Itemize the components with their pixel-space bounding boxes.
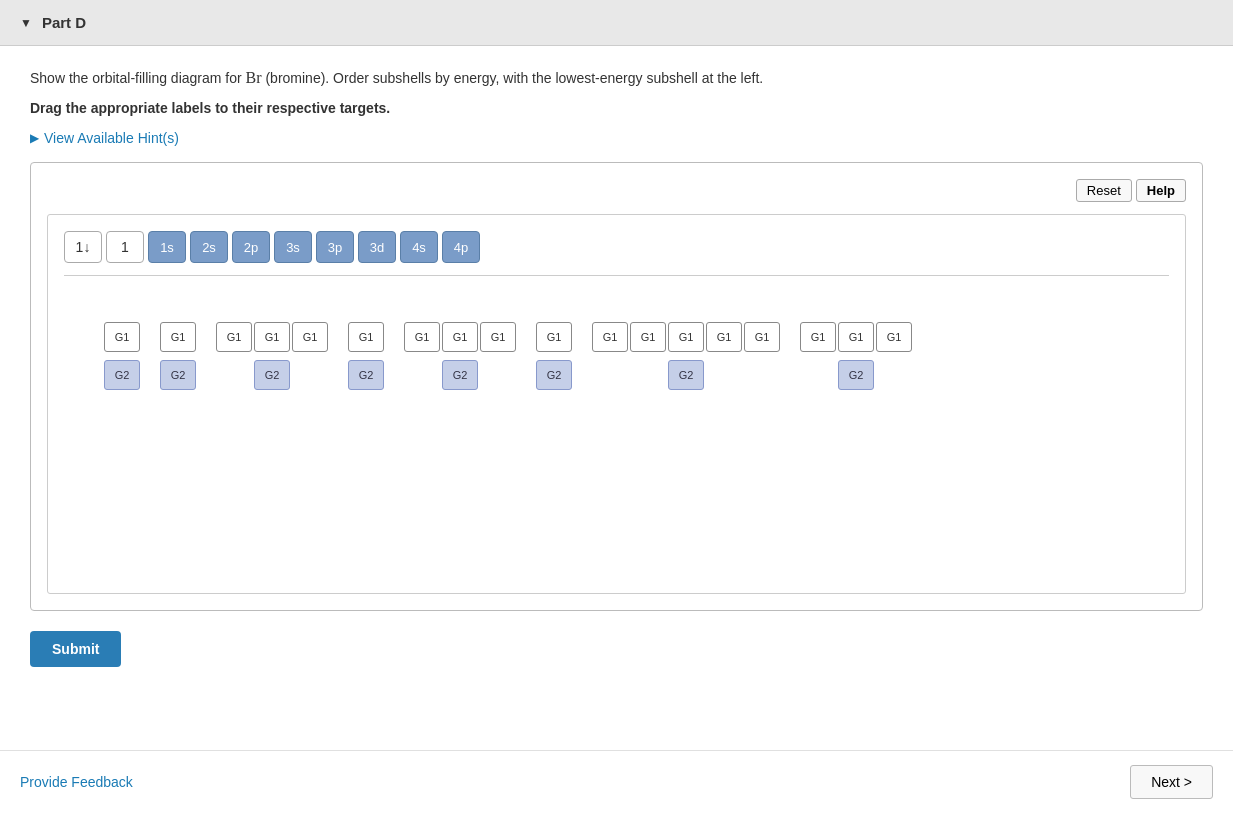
subshell-labels: 1↓ 1 1s 2s 2p 3s 3p 3d 4s 4p	[64, 231, 1169, 276]
orbital-row-g2: G2	[536, 360, 572, 390]
orbital-row-g1: G1	[536, 322, 572, 352]
footer: Provide Feedback Next >	[0, 750, 1233, 813]
orbital-group-5: G1 G1 G1 G2	[404, 322, 516, 390]
orbital-cell-g1[interactable]: G1	[480, 322, 516, 352]
question-text: Show the orbital-filling diagram for Br …	[30, 66, 1203, 90]
orbital-group-4: G1 G2	[348, 322, 384, 390]
label-4p[interactable]: 4p	[442, 231, 480, 263]
orbital-row-g2: G2	[442, 360, 478, 390]
orbital-row-g2: G2	[838, 360, 874, 390]
orbital-cell-g2[interactable]: G2	[668, 360, 704, 390]
orbital-groups: G1 G2 G1 G2	[84, 312, 1149, 400]
orbital-row-g1: G1 G1 G1 G1 G1	[592, 322, 780, 352]
orbital-cell-g1[interactable]: G1	[668, 322, 704, 352]
orbital-cell-g2[interactable]: G2	[838, 360, 874, 390]
orbital-row-g2: G2	[668, 360, 704, 390]
orbital-row-g1: G1	[104, 322, 140, 352]
orbital-cell-g1[interactable]: G1	[630, 322, 666, 352]
reset-button[interactable]: Reset	[1076, 179, 1132, 202]
label-arrow-down[interactable]: 1↓	[64, 231, 102, 263]
orbital-group-7: G1 G1 G1 G1 G1 G2	[592, 322, 780, 390]
part-header: ▼ Part D	[0, 0, 1233, 46]
orbital-cell-g2[interactable]: G2	[348, 360, 384, 390]
label-2p[interactable]: 2p	[232, 231, 270, 263]
orbital-row-g1: G1	[348, 322, 384, 352]
orbital-row-g2: G2	[104, 360, 140, 390]
orbital-row-g1: G1	[160, 322, 196, 352]
orbital-cell-g1[interactable]: G1	[216, 322, 252, 352]
orbital-row-g1: G1 G1 G1	[216, 322, 328, 352]
label-3s[interactable]: 3s	[274, 231, 312, 263]
orbital-row-g2: G2	[254, 360, 290, 390]
label-3d[interactable]: 3d	[358, 231, 396, 263]
orbital-cell-g1[interactable]: G1	[404, 322, 440, 352]
orbital-area: 1↓ 1 1s 2s 2p 3s 3p 3d 4s 4p	[47, 214, 1186, 594]
orbital-cell-g2[interactable]: G2	[254, 360, 290, 390]
label-4s[interactable]: 4s	[400, 231, 438, 263]
orbital-cell-g1[interactable]: G1	[104, 322, 140, 352]
submit-button[interactable]: Submit	[30, 631, 121, 667]
orbital-cell-g1[interactable]: G1	[348, 322, 384, 352]
orbital-cell-g2[interactable]: G2	[104, 360, 140, 390]
orbital-cell-g1[interactable]: G1	[592, 322, 628, 352]
orbital-group-2: G1 G2	[160, 322, 196, 390]
diagram-container: Reset Help 1↓ 1 1s 2s 2p 3s 3p 3d 4s 4p	[30, 162, 1203, 611]
hint-link-label: View Available Hint(s)	[44, 130, 179, 146]
orbital-cell-g2[interactable]: G2	[536, 360, 572, 390]
hint-arrow: ▶	[30, 131, 39, 145]
diagram-toolbar: Reset Help	[47, 179, 1186, 202]
orbital-group-8: G1 G1 G1 G2	[800, 322, 912, 390]
label-arrow-up[interactable]: 1	[106, 231, 144, 263]
orbital-row-g1: G1 G1 G1	[800, 322, 912, 352]
orbital-group-3: G1 G1 G1 G2	[216, 322, 328, 390]
orbital-cell-g1[interactable]: G1	[800, 322, 836, 352]
help-button[interactable]: Help	[1136, 179, 1186, 202]
orbital-cell-g1[interactable]: G1	[292, 322, 328, 352]
orbital-cell-g1[interactable]: G1	[536, 322, 572, 352]
element-symbol: Br	[246, 69, 262, 86]
next-button[interactable]: Next >	[1130, 765, 1213, 799]
label-3p[interactable]: 3p	[316, 231, 354, 263]
hint-link[interactable]: ▶ View Available Hint(s)	[30, 130, 1203, 146]
collapse-arrow[interactable]: ▼	[20, 16, 32, 30]
instruction-text: Drag the appropriate labels to their res…	[30, 100, 1203, 116]
orbital-cell-g1[interactable]: G1	[876, 322, 912, 352]
label-1s[interactable]: 1s	[148, 231, 186, 263]
orbital-row-g1: G1 G1 G1	[404, 322, 516, 352]
label-2s[interactable]: 2s	[190, 231, 228, 263]
orbital-cell-g1[interactable]: G1	[744, 322, 780, 352]
orbital-cell-g1[interactable]: G1	[838, 322, 874, 352]
orbital-group-1: G1 G2	[104, 322, 140, 390]
orbital-cell-g1[interactable]: G1	[160, 322, 196, 352]
drop-area: G1 G2 G1 G2	[64, 292, 1169, 492]
orbital-cell-g2[interactable]: G2	[160, 360, 196, 390]
orbital-cell-g1[interactable]: G1	[442, 322, 478, 352]
orbital-group-6: G1 G2	[536, 322, 572, 390]
orbital-cell-g1[interactable]: G1	[254, 322, 290, 352]
feedback-link[interactable]: Provide Feedback	[20, 774, 133, 790]
orbital-cell-g1[interactable]: G1	[706, 322, 742, 352]
part-title: Part D	[42, 14, 86, 31]
orbital-row-g2: G2	[160, 360, 196, 390]
orbital-row-g2: G2	[348, 360, 384, 390]
orbital-cell-g2[interactable]: G2	[442, 360, 478, 390]
